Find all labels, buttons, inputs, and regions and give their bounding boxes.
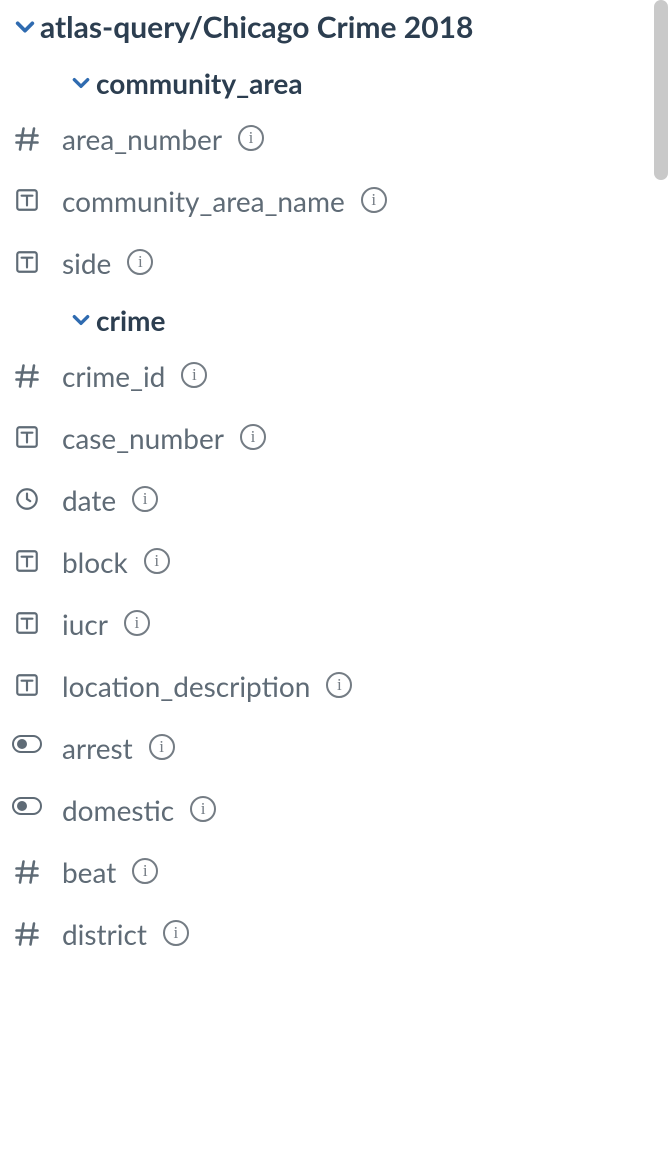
chevron-down-icon <box>66 67 96 93</box>
info-icon[interactable]: i <box>133 731 175 760</box>
field-district[interactable]: district i <box>10 903 668 965</box>
schema-tree: atlas-query/Chicago Crime 2018 community… <box>0 0 668 965</box>
group-label: crime <box>96 304 165 337</box>
info-icon[interactable]: i <box>128 545 170 574</box>
field-label: community_area_name <box>44 184 345 218</box>
field-crime_id[interactable]: crime_id i <box>10 345 668 407</box>
text-icon <box>10 246 44 275</box>
field-label: arrest <box>44 731 133 765</box>
field-iucr[interactable]: iucr i <box>10 593 668 655</box>
boolean-icon <box>10 793 44 816</box>
chevron-down-icon <box>10 10 40 38</box>
field-label: beat <box>44 855 116 889</box>
field-arrest[interactable]: arrest i <box>10 717 668 779</box>
field-label: district <box>44 917 147 951</box>
field-label: area_number <box>44 122 222 156</box>
field-label: date <box>44 483 116 517</box>
field-label: side <box>44 246 111 280</box>
scrollbar[interactable] <box>654 0 668 180</box>
group-community_area[interactable]: community_area <box>10 63 668 108</box>
root-node[interactable]: atlas-query/Chicago Crime 2018 <box>10 8 668 63</box>
text-icon <box>10 669 44 698</box>
field-case_number[interactable]: case_number i <box>10 407 668 469</box>
number-icon <box>10 122 44 153</box>
info-icon[interactable]: i <box>111 246 153 275</box>
info-icon[interactable]: i <box>116 855 158 884</box>
field-block[interactable]: block i <box>10 531 668 593</box>
field-beat[interactable]: beat i <box>10 841 668 903</box>
field-label: location_description <box>44 669 310 703</box>
group-crime[interactable]: crime <box>10 294 668 345</box>
field-label: iucr <box>44 607 108 641</box>
info-icon[interactable]: i <box>174 793 216 822</box>
field-label: crime_id <box>44 359 165 393</box>
info-icon[interactable]: i <box>222 122 264 151</box>
field-side[interactable]: side i <box>10 232 668 294</box>
info-icon[interactable]: i <box>310 669 352 698</box>
number-icon <box>10 359 44 390</box>
chevron-down-icon <box>66 304 96 330</box>
field-domestic[interactable]: domestic i <box>10 779 668 841</box>
info-icon[interactable]: i <box>345 184 387 213</box>
boolean-icon <box>10 731 44 754</box>
field-community_area_name[interactable]: community_area_name i <box>10 170 668 232</box>
number-icon <box>10 855 44 886</box>
field-label: block <box>44 545 128 579</box>
info-icon[interactable]: i <box>165 359 207 388</box>
number-icon <box>10 917 44 948</box>
info-icon[interactable]: i <box>224 421 266 450</box>
info-icon[interactable]: i <box>108 607 150 636</box>
info-icon[interactable]: i <box>116 483 158 512</box>
text-icon <box>10 184 44 213</box>
field-area_number[interactable]: area_number i <box>10 108 668 170</box>
info-icon[interactable]: i <box>147 917 189 946</box>
text-icon <box>10 607 44 636</box>
group-label: community_area <box>96 67 303 100</box>
root-title: atlas-query/Chicago Crime 2018 <box>40 10 473 45</box>
text-icon <box>10 421 44 450</box>
field-label: case_number <box>44 421 224 455</box>
text-icon <box>10 545 44 574</box>
field-date[interactable]: date i <box>10 469 668 531</box>
field-location_description[interactable]: location_description i <box>10 655 668 717</box>
field-label: domestic <box>44 793 174 827</box>
datetime-icon <box>10 483 44 512</box>
